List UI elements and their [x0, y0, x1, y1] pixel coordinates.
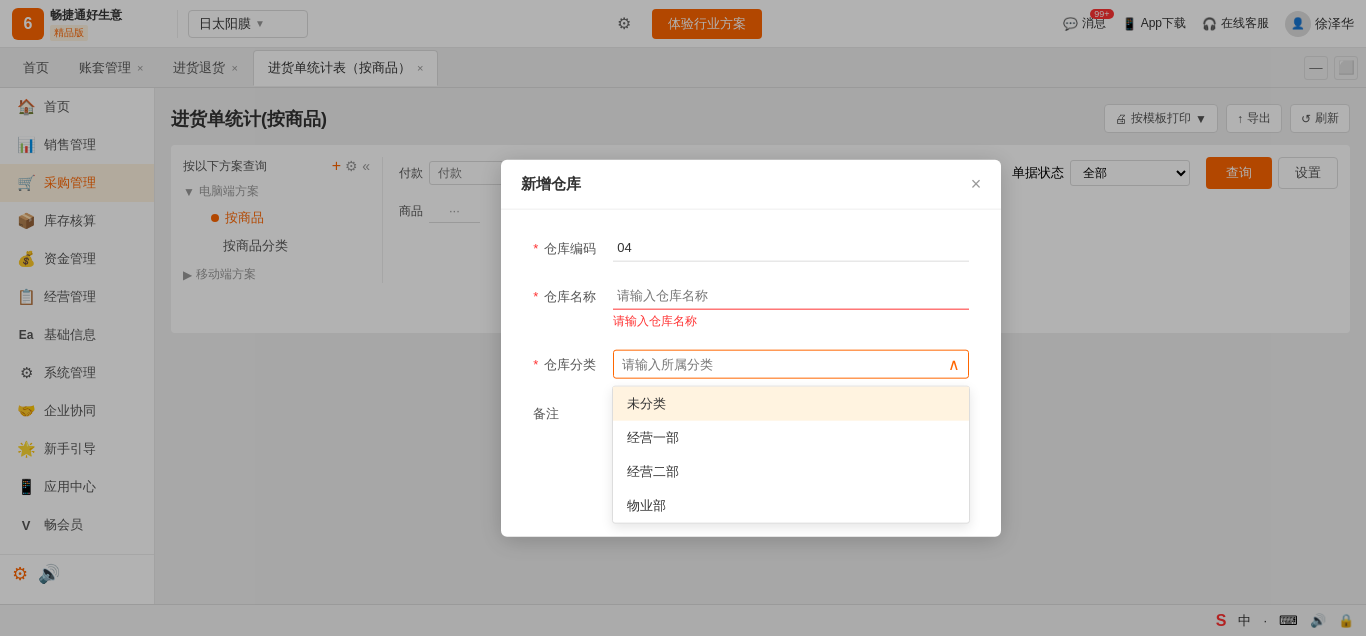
name-label: * 仓库名称: [533, 282, 613, 306]
name-input[interactable]: [613, 282, 969, 310]
name-error-tip: 请输入仓库名称: [613, 313, 969, 330]
classify-input-wrap: ∧ 未分类 经营一部 经营二部 物业部: [613, 350, 969, 379]
name-label-text: 仓库名称: [544, 289, 596, 304]
code-input[interactable]: [613, 234, 969, 262]
item-unclassified-label: 未分类: [627, 396, 666, 411]
form-row-name: * 仓库名称 请输入仓库名称: [533, 282, 969, 330]
classify-selector[interactable]: ∧: [613, 350, 969, 379]
code-label-text: 仓库编码: [544, 241, 596, 256]
modal-title: 新增仓库: [521, 175, 581, 194]
modal-header: 新增仓库 ×: [501, 160, 1001, 210]
modal-close-btn[interactable]: ×: [971, 174, 982, 195]
classify-dropdown: 未分类 经营一部 经营二部 物业部: [612, 386, 970, 524]
dropdown-item-unclassified[interactable]: 未分类: [613, 387, 969, 421]
dropdown-item-dept1[interactable]: 经营一部: [613, 421, 969, 455]
add-warehouse-modal: 新增仓库 × * 仓库编码 * 仓库名称 请输入仓库名称: [501, 160, 1001, 537]
item-dept1-label: 经营一部: [627, 430, 679, 445]
classify-label-text: 仓库分类: [544, 357, 596, 372]
form-row-code: * 仓库编码: [533, 234, 969, 262]
code-required: *: [533, 241, 538, 256]
classify-label: * 仓库分类: [533, 350, 613, 374]
item-dept2-label: 经营二部: [627, 464, 679, 479]
code-label: * 仓库编码: [533, 234, 613, 258]
name-input-wrap: 请输入仓库名称: [613, 282, 969, 330]
code-input-wrap: [613, 234, 969, 262]
dropdown-item-dept2[interactable]: 经营二部: [613, 455, 969, 489]
classify-required: *: [533, 357, 538, 372]
name-required: *: [533, 289, 538, 304]
form-row-classify: * 仓库分类 ∧ 未分类 经营一部 经营二部: [533, 350, 969, 379]
dropdown-item-property[interactable]: 物业部: [613, 489, 969, 523]
item-property-label: 物业部: [627, 498, 666, 513]
note-label: 备注: [533, 399, 613, 423]
classify-input[interactable]: [622, 357, 948, 372]
classify-arrow-icon[interactable]: ∧: [948, 355, 960, 374]
modal-body: * 仓库编码 * 仓库名称 请输入仓库名称 * 仓库分类: [501, 210, 1001, 471]
note-label-text: 备注: [533, 406, 559, 421]
